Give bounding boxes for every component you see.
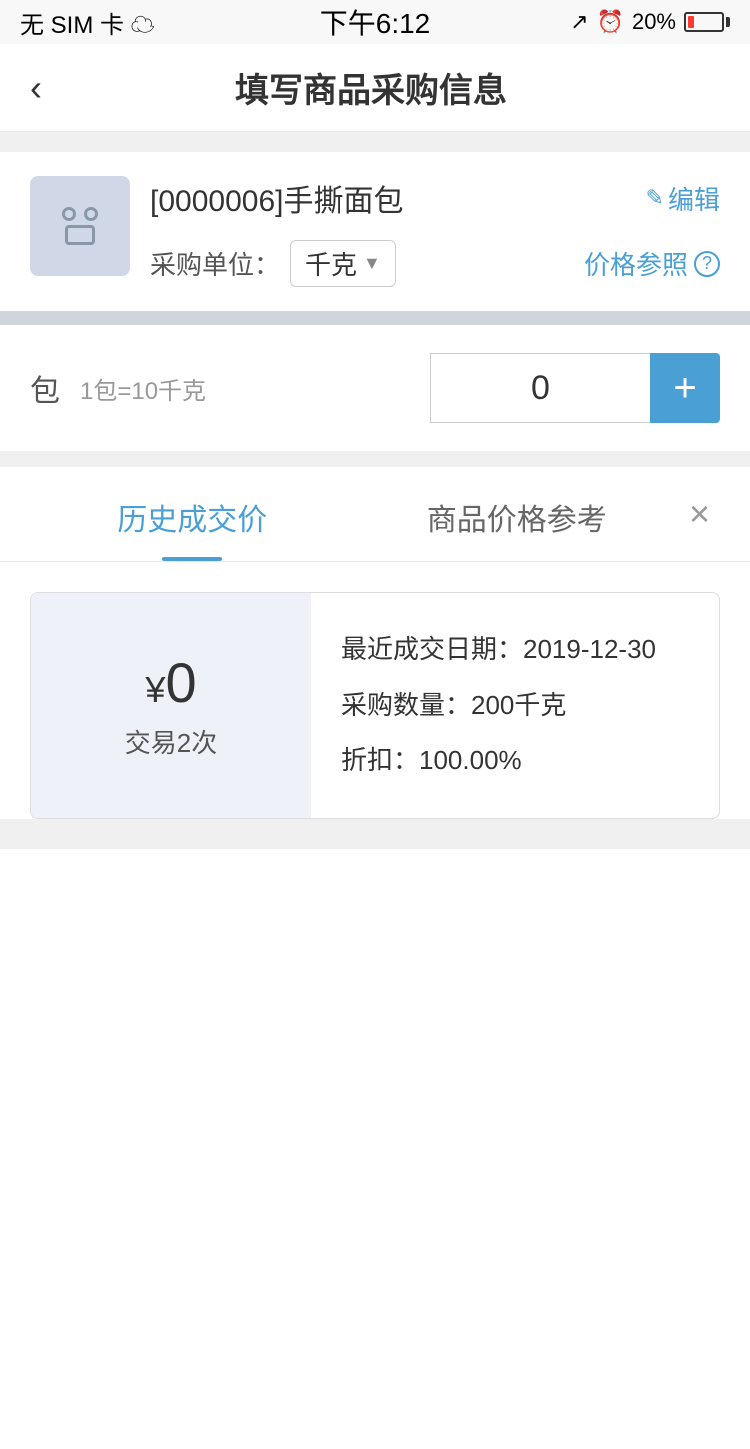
product-icon [50, 196, 110, 256]
sim-label: 无 SIM 卡 ☁ [20, 5, 155, 40]
battery-icon [684, 12, 730, 32]
purchase-unit-row: 采购单位： 千克 ▼ 价格参照 ? [150, 240, 720, 287]
transaction-count: 交易2次 [125, 723, 217, 760]
price-detail-quantity: 采购数量：200千克 [341, 685, 689, 727]
status-left: 无 SIM 卡 ☁ [20, 5, 155, 40]
dropdown-arrow-icon: ▼ [363, 253, 381, 274]
quantity-label: 采购数量： [341, 690, 471, 720]
quantity-value: 0 [531, 369, 550, 408]
quantity-unit-label: 包 [30, 366, 60, 410]
price-detail-discount: 折扣：100.00% [341, 740, 689, 782]
page-title: 填写商品采购信息 [62, 63, 680, 112]
battery-percent: 20% [632, 9, 676, 35]
discount-value: 100.00% [419, 745, 522, 775]
product-thumbnail [30, 176, 130, 276]
product-header: [0000006]手撕面包 ✎ 编辑 采购单位： 千克 ▼ 价格参照 [30, 176, 720, 287]
price-ref-label: 价格参照 [584, 245, 688, 282]
product-section: [0000006]手撕面包 ✎ 编辑 采购单位： 千克 ▼ 价格参照 [0, 152, 750, 311]
date-value: 2019-12-30 [523, 634, 656, 664]
quantity-input[interactable]: 0 [430, 353, 650, 423]
product-name: [0000006]手撕面包 [150, 176, 403, 220]
tabs-header: 历史成交价 商品价格参考 × [0, 467, 750, 562]
tab-active-indicator [162, 557, 222, 561]
close-icon: × [689, 493, 710, 534]
edit-icon: ✎ [646, 185, 664, 211]
purchase-unit-label: 采购单位： [150, 245, 280, 282]
currency-symbol: ¥ [145, 669, 165, 710]
gray-divider [0, 311, 750, 325]
edit-label: 编辑 [668, 180, 720, 217]
discount-label: 折扣： [341, 745, 419, 775]
price-amount: ¥0 [145, 650, 196, 715]
price-detail-date: 最近成交日期：2019-12-30 [341, 629, 689, 671]
quantity-input-area: 0 + [430, 353, 720, 423]
edit-button[interactable]: ✎ 编辑 [646, 180, 720, 217]
owl-eye-left [62, 207, 76, 221]
price-card-right: 最近成交日期：2019-12-30 采购数量：200千克 折扣：100.00% [311, 593, 719, 818]
unit-select-dropdown[interactable]: 千克 ▼ [290, 240, 396, 287]
tab2-label: 商品价格参考 [427, 504, 607, 537]
purchase-unit-left: 采购单位： 千克 ▼ [150, 240, 396, 287]
tab1-label: 历史成交价 [117, 504, 267, 537]
tab-historical-price[interactable]: 历史成交价 [30, 467, 354, 561]
alarm-icon: ⏰ [597, 9, 624, 35]
unit-value: 千克 [305, 245, 357, 282]
tab-product-price-reference[interactable]: 商品价格参考 [354, 467, 678, 561]
close-tab-button[interactable]: × [679, 483, 720, 545]
plus-icon: + [673, 366, 696, 411]
status-right: ↗ ⏰ 20% [570, 9, 730, 35]
price-card: ¥0 交易2次 最近成交日期：2019-12-30 采购数量：200千克 折扣：… [30, 592, 720, 819]
status-bar: 无 SIM 卡 ☁ 下午6:12 ↗ ⏰ 20% [0, 0, 750, 44]
nav-bar: ‹ 填写商品采购信息 [0, 44, 750, 132]
owl-body [65, 225, 95, 245]
quantity-detail-value: 200千克 [471, 690, 566, 720]
quantity-row: 包 1包=10千克 0 + [0, 325, 750, 451]
tabs-section: 历史成交价 商品价格参考 × ¥0 交易2次 最近成交日期：2019-12-30… [0, 467, 750, 819]
location-icon: ↗ [570, 9, 588, 35]
price-card-left: ¥0 交易2次 [31, 593, 311, 818]
owl-eyes [62, 207, 98, 221]
date-label: 最近成交日期： [341, 634, 523, 664]
price-reference-button[interactable]: 价格参照 ? [584, 245, 720, 282]
product-name-row: [0000006]手撕面包 ✎ 编辑 [150, 176, 720, 220]
quantity-plus-button[interactable]: + [650, 353, 720, 423]
quantity-conversion-label: 1包=10千克 [80, 371, 410, 406]
owl-eye-right [84, 207, 98, 221]
bottom-area [0, 849, 750, 1449]
back-button[interactable]: ‹ [30, 67, 42, 109]
price-value: 0 [165, 651, 196, 714]
price-ref-question-icon: ? [694, 251, 720, 277]
product-info: [0000006]手撕面包 ✎ 编辑 采购单位： 千克 ▼ 价格参照 [150, 176, 720, 287]
status-time: 下午6:12 [320, 2, 431, 42]
